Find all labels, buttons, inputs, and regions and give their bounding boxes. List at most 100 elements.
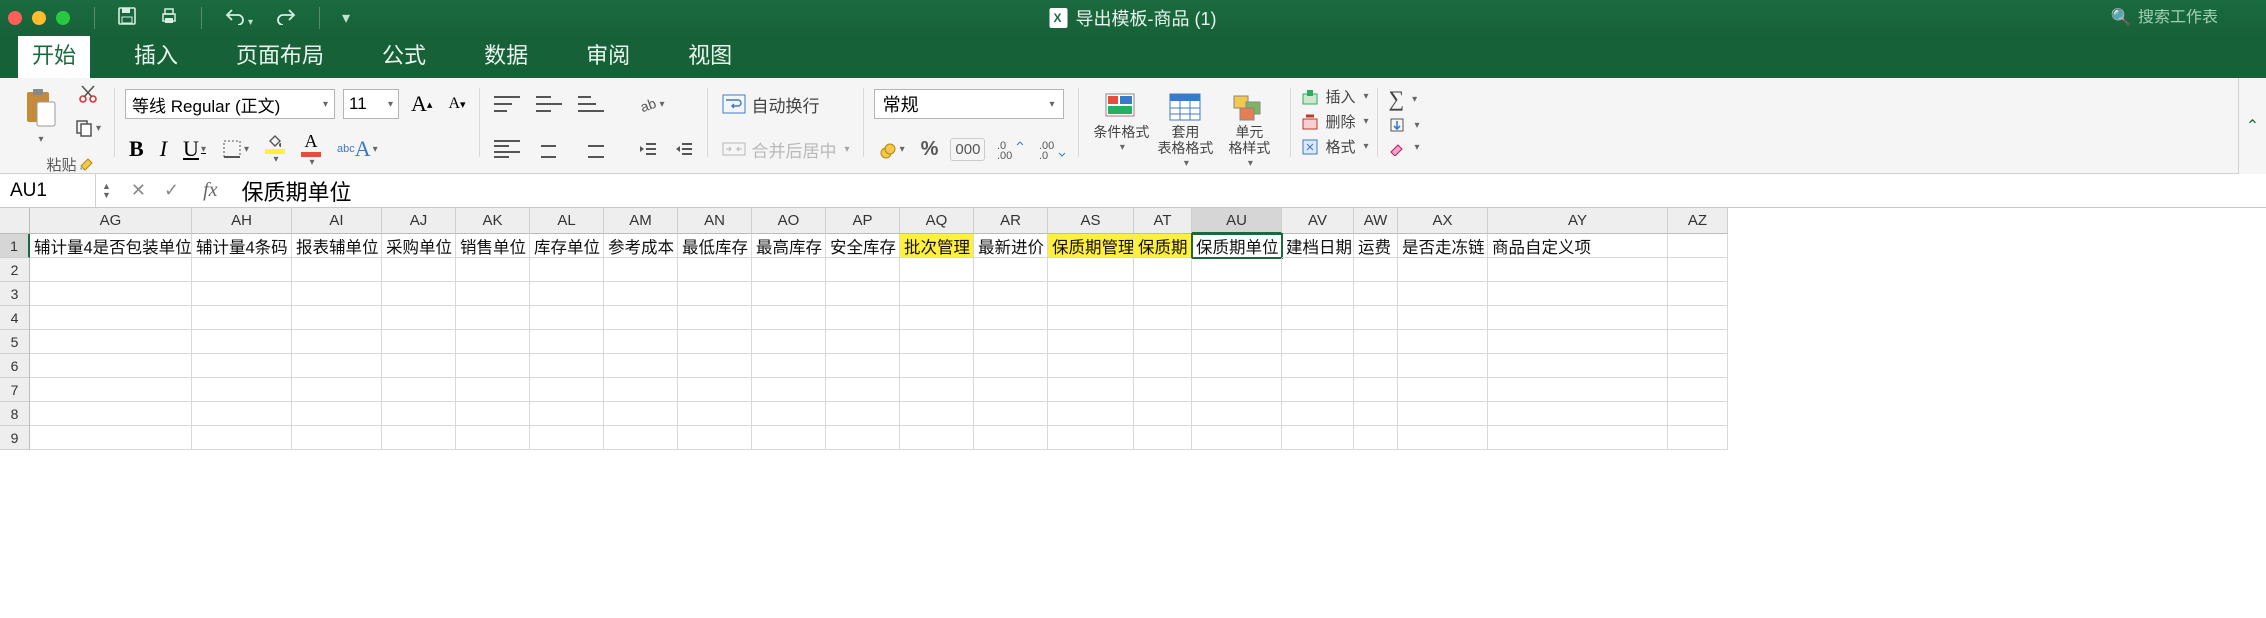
cell-AG2[interactable]	[30, 258, 192, 282]
cell-AQ3[interactable]	[900, 282, 974, 306]
cell-AX8[interactable]	[1398, 402, 1488, 426]
cell-AN4[interactable]	[678, 306, 752, 330]
cell-AX5[interactable]	[1398, 330, 1488, 354]
cell-AZ2[interactable]	[1668, 258, 1728, 282]
cell-AR8[interactable]	[974, 402, 1048, 426]
align-bottom-icon[interactable]	[574, 91, 608, 117]
column-header-AL[interactable]: AL	[530, 208, 604, 234]
cell-AI6[interactable]	[292, 354, 382, 378]
cell-AW5[interactable]	[1354, 330, 1398, 354]
cell-AX9[interactable]	[1398, 426, 1488, 450]
row-header-6[interactable]: 6	[0, 354, 30, 378]
cell-AO8[interactable]	[752, 402, 826, 426]
cell-AU9[interactable]	[1192, 426, 1282, 450]
fx-icon[interactable]: fx	[203, 179, 217, 202]
column-header-AP[interactable]: AP	[826, 208, 900, 234]
cell-AY6[interactable]	[1488, 354, 1668, 378]
cell-AJ6[interactable]	[382, 354, 456, 378]
cell-AS4[interactable]	[1048, 306, 1134, 330]
cell-AT9[interactable]	[1134, 426, 1192, 450]
cell-AV2[interactable]	[1282, 258, 1354, 282]
cell-AP4[interactable]	[826, 306, 900, 330]
cell-AV7[interactable]	[1282, 378, 1354, 402]
cell-AQ9[interactable]	[900, 426, 974, 450]
cell-AK9[interactable]	[456, 426, 530, 450]
align-right-icon[interactable]	[574, 136, 608, 162]
align-middle-icon[interactable]	[532, 91, 566, 117]
cell-AR9[interactable]	[974, 426, 1048, 450]
name-box[interactable]: AU1	[0, 174, 96, 207]
cell-AR5[interactable]	[974, 330, 1048, 354]
increase-indent-icon[interactable]	[670, 138, 698, 160]
cell-AH6[interactable]	[192, 354, 292, 378]
cell-AS1[interactable]: 保质期管理	[1048, 234, 1134, 258]
bold-button[interactable]: B	[125, 134, 148, 164]
cell-AM1[interactable]: 参考成本	[604, 234, 678, 258]
column-header-AM[interactable]: AM	[604, 208, 678, 234]
column-header-AG[interactable]: AG	[30, 208, 192, 234]
cell-AS6[interactable]	[1048, 354, 1134, 378]
cell-AX1[interactable]: 是否走冻链	[1398, 234, 1488, 258]
align-left-icon[interactable]	[490, 136, 524, 162]
cell-AM7[interactable]	[604, 378, 678, 402]
cell-AO7[interactable]	[752, 378, 826, 402]
cell-AO6[interactable]	[752, 354, 826, 378]
cell-AN2[interactable]	[678, 258, 752, 282]
cell-AI8[interactable]	[292, 402, 382, 426]
tab-formulas[interactable]: 公式	[368, 32, 440, 78]
cell-AL3[interactable]	[530, 282, 604, 306]
cell-AR6[interactable]	[974, 354, 1048, 378]
cell-AN5[interactable]	[678, 330, 752, 354]
cell-AW9[interactable]	[1354, 426, 1398, 450]
cell-AJ7[interactable]	[382, 378, 456, 402]
grid-body[interactable]: 辅计量4是否包装单位辅计量4条码报表辅单位采购单位销售单位库存单位参考成本最低库…	[30, 234, 2266, 450]
cell-AS3[interactable]	[1048, 282, 1134, 306]
cell-AT4[interactable]	[1134, 306, 1192, 330]
cell-AG5[interactable]	[30, 330, 192, 354]
cell-AU8[interactable]	[1192, 402, 1282, 426]
cell-AK8[interactable]	[456, 402, 530, 426]
cell-AJ4[interactable]	[382, 306, 456, 330]
cell-AO4[interactable]	[752, 306, 826, 330]
currency-button[interactable]: ▾	[874, 137, 909, 161]
cell-AU7[interactable]	[1192, 378, 1282, 402]
cell-AH4[interactable]	[192, 306, 292, 330]
cell-AT8[interactable]	[1134, 402, 1192, 426]
cell-AG1[interactable]: 辅计量4是否包装单位	[30, 234, 192, 258]
sheet-search-input[interactable]	[2138, 9, 2258, 27]
cell-AL8[interactable]	[530, 402, 604, 426]
tab-review[interactable]: 审阅	[572, 32, 644, 78]
orientation-button[interactable]: ab▾	[634, 92, 669, 116]
decrease-indent-icon[interactable]	[634, 138, 662, 160]
copy-button[interactable]: ▾	[70, 116, 105, 140]
cell-AL9[interactable]	[530, 426, 604, 450]
cell-AO3[interactable]	[752, 282, 826, 306]
minimize-window-icon[interactable]	[32, 11, 46, 25]
cell-AX6[interactable]	[1398, 354, 1488, 378]
cell-AJ3[interactable]	[382, 282, 456, 306]
row-header-1[interactable]: 1	[0, 234, 30, 258]
column-header-AV[interactable]: AV	[1282, 208, 1354, 234]
conditional-format-button[interactable]: 条件格式▾	[1089, 88, 1153, 153]
italic-button[interactable]: I	[156, 134, 171, 164]
cell-AW6[interactable]	[1354, 354, 1398, 378]
tab-data[interactable]: 数据	[470, 32, 542, 78]
cell-AZ8[interactable]	[1668, 402, 1728, 426]
paste-button[interactable]	[18, 82, 62, 134]
save-icon[interactable]	[117, 6, 137, 31]
cell-AY1[interactable]: 商品自定义项	[1488, 234, 1668, 258]
cell-AN3[interactable]	[678, 282, 752, 306]
cell-AK4[interactable]	[456, 306, 530, 330]
decrease-font-icon[interactable]: A▾	[444, 93, 469, 115]
cell-AM5[interactable]	[604, 330, 678, 354]
cell-AU4[interactable]	[1192, 306, 1282, 330]
cell-AP1[interactable]: 安全库存	[826, 234, 900, 258]
cell-AU2[interactable]	[1192, 258, 1282, 282]
cell-AI5[interactable]	[292, 330, 382, 354]
cell-AX2[interactable]	[1398, 258, 1488, 282]
tab-view[interactable]: 视图	[674, 32, 746, 78]
cell-AI1[interactable]: 报表辅单位	[292, 234, 382, 258]
cell-AN8[interactable]	[678, 402, 752, 426]
phonetic-guide-button[interactable]: abcA▾	[333, 134, 382, 164]
formula-input[interactable]	[232, 178, 2266, 204]
